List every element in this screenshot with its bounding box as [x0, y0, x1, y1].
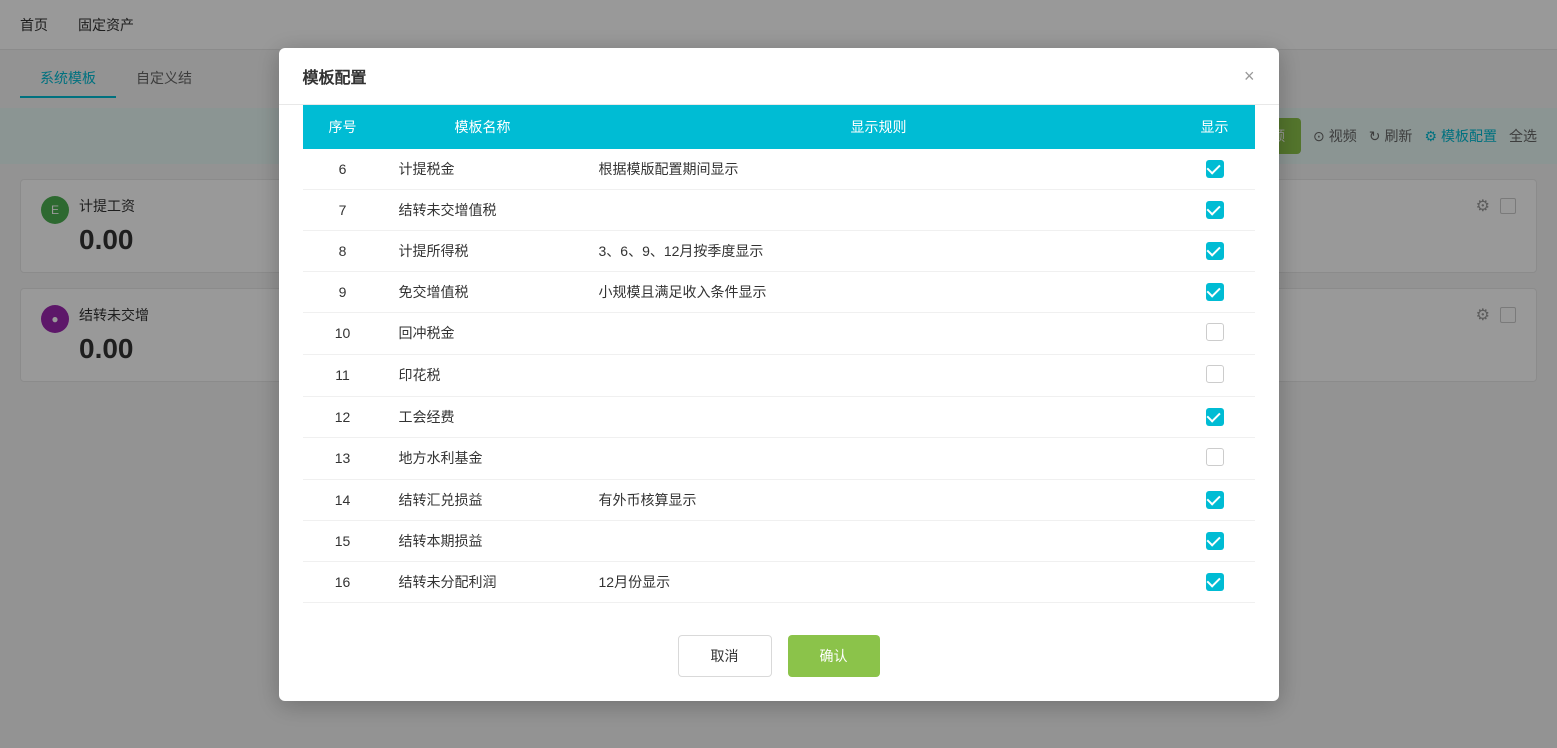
modal-overlay: 模板配置 × 序号 模板名称 显示规则 显示 6计提税金根据模版配置期间显: [0, 0, 1557, 748]
table-row: 8计提所得税3、6、9、12月按季度显示: [303, 230, 1255, 271]
cell-name: 结转未交增值税: [383, 189, 583, 230]
cell-seq: 11: [303, 354, 383, 396]
checkbox-checked[interactable]: [1206, 242, 1224, 260]
cell-checkbox[interactable]: [1175, 396, 1255, 437]
cancel-button[interactable]: 取消: [678, 635, 772, 677]
cell-name: 结转未分配利润: [383, 561, 583, 602]
confirm-button[interactable]: 确认: [788, 635, 880, 677]
table-row: 16结转未分配利润12月份显示: [303, 561, 1255, 602]
checkbox-unchecked[interactable]: [1206, 323, 1224, 341]
cell-seq: 13: [303, 437, 383, 479]
cell-checkbox[interactable]: [1175, 520, 1255, 561]
cell-checkbox[interactable]: [1175, 189, 1255, 230]
checkbox-checked[interactable]: [1206, 160, 1224, 178]
table-header-row: 序号 模板名称 显示规则 显示: [303, 105, 1255, 149]
cell-checkbox[interactable]: [1175, 437, 1255, 479]
cell-checkbox[interactable]: [1175, 354, 1255, 396]
cell-rule: 12月份显示: [583, 561, 1175, 602]
cell-seq: 15: [303, 520, 383, 561]
cell-seq: 8: [303, 230, 383, 271]
checkbox-checked[interactable]: [1206, 532, 1224, 550]
cell-seq: 12: [303, 396, 383, 437]
table-row: 10回冲税金: [303, 312, 1255, 354]
cell-name: 免交增值税: [383, 271, 583, 312]
cell-rule: 3、6、9、12月按季度显示: [583, 230, 1175, 271]
checkbox-checked[interactable]: [1206, 491, 1224, 509]
cell-checkbox[interactable]: [1175, 561, 1255, 602]
cell-seq: 9: [303, 271, 383, 312]
checkbox-unchecked[interactable]: [1206, 365, 1224, 383]
table-row: 11印花税: [303, 354, 1255, 396]
checkbox-checked[interactable]: [1206, 573, 1224, 591]
table-row: 9免交增值税小规模且满足收入条件显示: [303, 271, 1255, 312]
cell-name: 结转本期损益: [383, 520, 583, 561]
cell-rule: 小规模且满足收入条件显示: [583, 271, 1175, 312]
cell-name: 回冲税金: [383, 312, 583, 354]
cell-checkbox[interactable]: [1175, 230, 1255, 271]
modal-title: 模板配置: [303, 64, 367, 88]
table-row: 14结转汇兑损益有外币核算显示: [303, 479, 1255, 520]
modal-header: 模板配置 ×: [279, 48, 1279, 105]
checkbox-checked[interactable]: [1206, 408, 1224, 426]
col-display: 显示: [1175, 105, 1255, 149]
modal-close-button[interactable]: ×: [1244, 67, 1255, 85]
cell-name: 地方水利基金: [383, 437, 583, 479]
cell-rule: [583, 520, 1175, 561]
table-scroll-area[interactable]: 序号 模板名称 显示规则 显示 6计提税金根据模版配置期间显示7结转未交增值税8…: [303, 105, 1255, 603]
cell-rule: [583, 312, 1175, 354]
table-row: 13地方水利基金: [303, 437, 1255, 479]
cell-seq: 16: [303, 561, 383, 602]
cell-seq: 6: [303, 149, 383, 190]
checkbox-checked[interactable]: [1206, 283, 1224, 301]
cell-checkbox[interactable]: [1175, 271, 1255, 312]
table-row: 6计提税金根据模版配置期间显示: [303, 149, 1255, 190]
cell-rule: [583, 396, 1175, 437]
template-config-modal: 模板配置 × 序号 模板名称 显示规则 显示 6计提税金根据模版配置期间显: [279, 48, 1279, 701]
cell-checkbox[interactable]: [1175, 479, 1255, 520]
col-name: 模板名称: [383, 105, 583, 149]
modal-body: 序号 模板名称 显示规则 显示 6计提税金根据模版配置期间显示7结转未交增值税8…: [279, 105, 1279, 619]
cell-name: 印花税: [383, 354, 583, 396]
cell-seq: 14: [303, 479, 383, 520]
table-row: 12工会经费: [303, 396, 1255, 437]
cell-checkbox[interactable]: [1175, 149, 1255, 190]
cell-name: 工会经费: [383, 396, 583, 437]
cell-name: 计提所得税: [383, 230, 583, 271]
cell-rule: 根据模版配置期间显示: [583, 149, 1175, 190]
config-table: 序号 模板名称 显示规则 显示 6计提税金根据模版配置期间显示7结转未交增值税8…: [303, 105, 1255, 603]
cell-seq: 10: [303, 312, 383, 354]
cell-name: 计提税金: [383, 149, 583, 190]
checkbox-checked[interactable]: [1206, 201, 1224, 219]
cell-rule: 有外币核算显示: [583, 479, 1175, 520]
col-rule: 显示规则: [583, 105, 1175, 149]
cell-rule: [583, 189, 1175, 230]
checkbox-unchecked[interactable]: [1206, 448, 1224, 466]
col-seq: 序号: [303, 105, 383, 149]
table-row: 7结转未交增值税: [303, 189, 1255, 230]
cell-rule: [583, 354, 1175, 396]
cell-seq: 7: [303, 189, 383, 230]
cell-rule: [583, 437, 1175, 479]
cell-name: 结转汇兑损益: [383, 479, 583, 520]
modal-footer: 取消 确认: [279, 619, 1279, 701]
cell-checkbox[interactable]: [1175, 312, 1255, 354]
table-row: 15结转本期损益: [303, 520, 1255, 561]
